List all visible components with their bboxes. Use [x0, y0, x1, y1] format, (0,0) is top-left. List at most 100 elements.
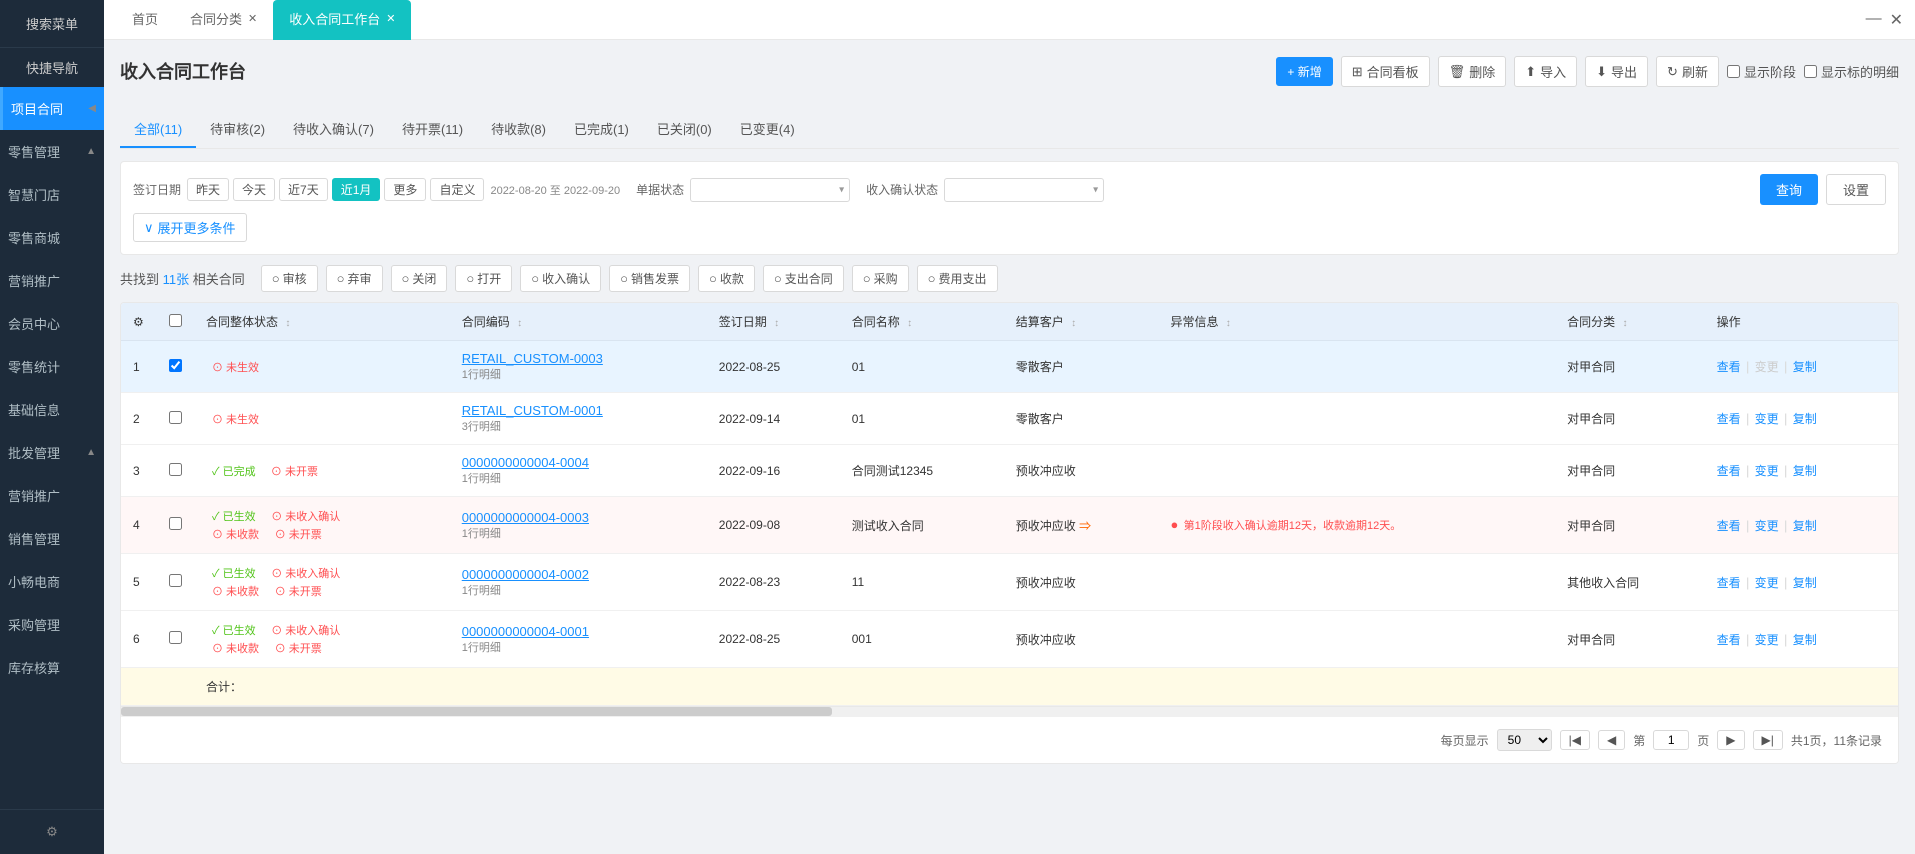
page-first-button[interactable]: |◀ — [1560, 730, 1590, 750]
select-all-checkbox[interactable] — [169, 314, 182, 327]
row-checkbox[interactable] — [169, 517, 182, 530]
tab-minimize-icon[interactable]: — — [1866, 10, 1882, 30]
col-status[interactable]: 合同整体状态 ↕ — [194, 303, 450, 341]
op-change[interactable]: 变更 — [1755, 519, 1779, 533]
op-copy[interactable]: 复制 — [1793, 360, 1817, 374]
sidebar-quicknav[interactable]: 快捷导航 — [0, 48, 104, 87]
show-phase-input[interactable] — [1727, 65, 1740, 78]
query-button[interactable]: 查询 — [1760, 174, 1818, 205]
refresh-button[interactable]: ↻ 刷新 — [1656, 56, 1719, 87]
sidebar-item-purchase[interactable]: 采购管理 — [0, 603, 104, 646]
sidebar-item-marketing2[interactable]: 营销推广 — [0, 474, 104, 517]
op-view[interactable]: 查看 — [1717, 360, 1741, 374]
filter-tab-pending-confirm[interactable]: 待收入确认(7) — [279, 111, 388, 148]
expand-filter-button[interactable]: ∨ 展开更多条件 — [133, 213, 247, 242]
op-copy[interactable]: 复制 — [1793, 412, 1817, 426]
contract-code-link[interactable]: 0000000000004-0001 — [462, 624, 695, 639]
col-settings[interactable]: ⚙ — [121, 303, 157, 341]
tab-close-icon[interactable]: ✕ — [1890, 10, 1903, 30]
op-change[interactable]: 变更 — [1755, 412, 1779, 426]
col-category[interactable]: 合同分类 ↕ — [1555, 303, 1704, 341]
row-checkbox[interactable] — [169, 631, 182, 644]
sidebar-item-basic-info[interactable]: 基础信息 — [0, 388, 104, 431]
op-change[interactable]: 变更 — [1755, 633, 1779, 647]
sidebar-item-ecommerce[interactable]: 小畅电商 — [0, 560, 104, 603]
sidebar-item-project-contract[interactable]: 项目合同 ◀ — [0, 87, 104, 130]
op-view[interactable]: 查看 — [1717, 412, 1741, 426]
nav-icon[interactable]: ⇒ — [1079, 519, 1091, 533]
op-view[interactable]: 查看 — [1717, 576, 1741, 590]
row-check[interactable] — [157, 393, 194, 445]
row-check[interactable] — [157, 611, 194, 668]
row-checkbox[interactable] — [169, 463, 182, 476]
action-purchase[interactable]: ○ 采购 — [852, 265, 909, 292]
op-copy[interactable]: 复制 — [1793, 519, 1817, 533]
filter-tab-pending-review[interactable]: 待审核(2) — [196, 111, 279, 148]
tab-home[interactable]: 首页 — [116, 0, 174, 40]
filter-tab-pending-invoice[interactable]: 待开票(11) — [388, 111, 477, 148]
filter-settings-button[interactable]: 设置 — [1826, 174, 1886, 205]
count-link[interactable]: 11张 — [163, 272, 190, 287]
show-phase-checkbox[interactable]: 显示阶段 — [1727, 62, 1796, 81]
contract-code-link[interactable]: 0000000000004-0002 — [462, 567, 695, 582]
op-view[interactable]: 查看 — [1717, 633, 1741, 647]
date-btn-yesterday[interactable]: 昨天 — [187, 178, 229, 201]
col-date[interactable]: 签订日期 ↕ — [707, 303, 840, 341]
row-check[interactable] — [157, 445, 194, 497]
show-detail-input[interactable] — [1804, 65, 1817, 78]
action-review[interactable]: ○ 审核 — [261, 265, 318, 292]
tab-income-contract[interactable]: 收入合同工作台 ✕ — [273, 0, 411, 40]
page-number-input[interactable] — [1653, 730, 1689, 750]
date-btn-more[interactable]: 更多 — [384, 178, 426, 201]
contract-code-link[interactable]: 0000000000004-0003 — [462, 510, 695, 525]
date-btn-1month[interactable]: 近1月 — [332, 178, 381, 201]
status-select[interactable] — [690, 178, 850, 202]
page-next-button[interactable]: ▶ — [1717, 730, 1744, 750]
row-check[interactable] — [157, 341, 194, 393]
filter-tab-closed[interactable]: 已关闭(0) — [643, 111, 726, 148]
row-checkbox[interactable] — [169, 359, 182, 372]
op-copy[interactable]: 复制 — [1793, 633, 1817, 647]
date-btn-today[interactable]: 今天 — [233, 178, 275, 201]
op-change[interactable]: 变更 — [1755, 576, 1779, 590]
sidebar-item-retail-mall[interactable]: 零售商城 — [0, 216, 104, 259]
col-name[interactable]: 合同名称 ↕ — [840, 303, 1004, 341]
col-customer[interactable]: 结算客户 ↕ — [1004, 303, 1159, 341]
action-payment[interactable]: ○ 收款 — [698, 265, 755, 292]
col-exception[interactable]: 异常信息 ↕ — [1158, 303, 1555, 341]
sidebar-item-member[interactable]: 会员中心 — [0, 302, 104, 345]
sidebar-item-wholesale[interactable]: 批发管理 ▲ — [0, 431, 104, 474]
col-code[interactable]: 合同编码 ↕ — [450, 303, 707, 341]
row-check[interactable] — [157, 554, 194, 611]
sidebar-item-retail-mgmt[interactable]: 零售管理 ▲ — [0, 130, 104, 173]
op-copy[interactable]: 复制 — [1793, 464, 1817, 478]
row-check[interactable] — [157, 497, 194, 554]
contract-code-link[interactable]: 0000000000004-0004 — [462, 455, 695, 470]
tab-contract-category-close[interactable]: ✕ — [248, 12, 257, 25]
contract-code-link[interactable]: RETAIL_CUSTOM-0003 — [462, 351, 695, 366]
filter-tab-pending-payment[interactable]: 待收款(8) — [477, 111, 560, 148]
horizontal-scrollbar[interactable] — [121, 707, 832, 716]
sidebar-item-sales-mgmt[interactable]: 销售管理 — [0, 517, 104, 560]
filter-tab-changed[interactable]: 已变更(4) — [726, 111, 809, 148]
page-size-select[interactable]: 50 100 200 — [1497, 729, 1552, 751]
kanban-button[interactable]: ⊞ 合同看板 — [1341, 56, 1430, 87]
action-abandon[interactable]: ○ 弃审 — [326, 265, 383, 292]
page-last-button[interactable]: ▶| — [1753, 730, 1783, 750]
sidebar-item-marketing1[interactable]: 营销推广 — [0, 259, 104, 302]
op-view[interactable]: 查看 — [1717, 519, 1741, 533]
action-expense-contract[interactable]: ○ 支出合同 — [763, 265, 844, 292]
action-close[interactable]: ○ 关闭 — [391, 265, 448, 292]
new-button[interactable]: + 新增 — [1276, 57, 1332, 86]
sidebar-search[interactable]: 搜索菜单 — [0, 0, 104, 48]
op-change[interactable]: 变更 — [1755, 464, 1779, 478]
sidebar-item-inventory[interactable]: 库存核算 — [0, 646, 104, 689]
tab-contract-category[interactable]: 合同分类 ✕ — [174, 0, 273, 40]
export-button[interactable]: ⬇ 导出 — [1585, 56, 1648, 87]
action-sales-invoice[interactable]: ○ 销售发票 — [609, 265, 690, 292]
date-btn-custom[interactable]: 自定义 — [430, 178, 484, 201]
import-button[interactable]: ⬆ 导入 — [1514, 56, 1577, 87]
sidebar-settings[interactable]: ⚙ — [0, 809, 104, 854]
page-prev-button[interactable]: ◀ — [1598, 730, 1625, 750]
delete-button[interactable]: 🗑 删除 — [1438, 56, 1507, 87]
